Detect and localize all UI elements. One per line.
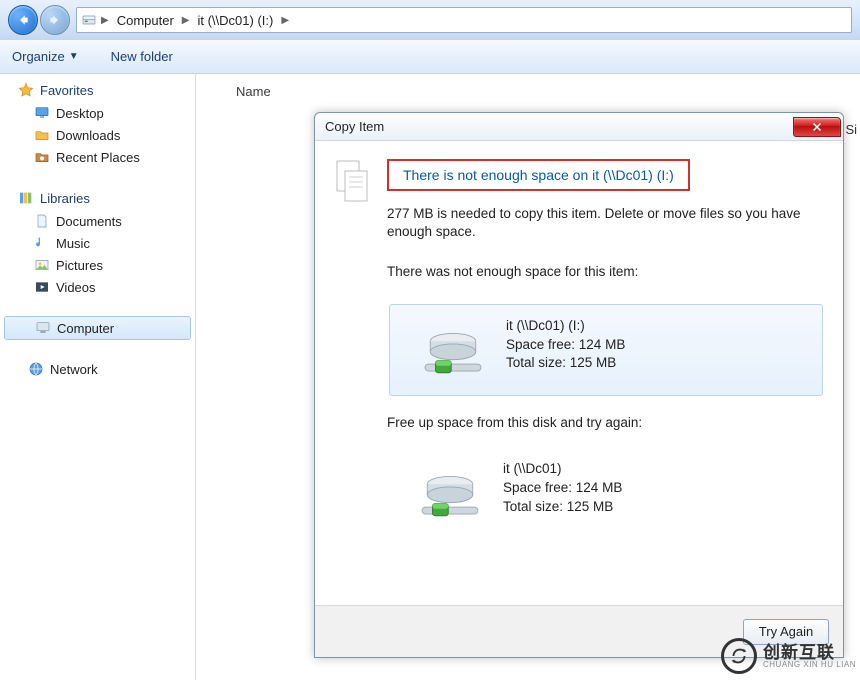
breadcrumb-path[interactable]: it (\\Dc01) (I:) [193,11,277,30]
sidebar-label: Recent Places [56,150,140,165]
documents-icon [34,213,50,229]
not-enough-space-message: There was not enough space for this item… [387,263,825,281]
watermark-text-en: CHUANG XIN HU LIAN [763,661,856,669]
downloads-icon [34,127,50,143]
sidebar-item-pictures[interactable]: Pictures [0,254,195,276]
free-up-message: Free up space from this disk and try aga… [387,414,825,432]
drive-free: Space free: 124 MB [506,336,625,355]
chevron-right-icon: ▶ [99,15,111,26]
chevron-right-icon: ▶ [180,15,192,26]
column-header-size[interactable]: Si [845,122,857,137]
watermark-logo-icon [721,638,757,674]
sidebar-item-documents[interactable]: Documents [0,210,195,232]
favorites-label: Favorites [40,83,93,98]
sidebar-label: Pictures [56,258,103,273]
dialog-heading: There is not enough space on it (\\Dc01)… [395,163,682,187]
videos-icon [34,279,50,295]
drive-name: it (\\Dc01) [503,460,622,479]
navigation-pane: Favorites Desktop Downloads Recent Place… [0,74,196,680]
recent-icon [34,149,50,165]
close-icon [811,121,823,133]
chevron-down-icon: ▼ [69,51,79,62]
libraries-header[interactable]: Libraries [0,186,195,210]
sidebar-item-computer[interactable]: Computer [4,316,191,340]
favorites-group: Favorites Desktop Downloads Recent Place… [0,78,195,168]
explorer-toolbar: Organize ▼ New folder [0,40,860,74]
pictures-icon [34,257,50,273]
sidebar-item-recent-places[interactable]: Recent Places [0,146,195,168]
error-heading-highlight: There is not enough space on it (\\Dc01)… [387,159,690,191]
explorer-titlebar: ▶ Computer ▶ it (\\Dc01) (I:) ▶ [0,0,860,40]
libraries-label: Libraries [40,191,90,206]
column-header-name[interactable]: Name [196,74,860,99]
drive-target-item[interactable]: it (\\Dc01) (I:) Space free: 124 MB Tota… [389,304,823,396]
desktop-icon [34,105,50,121]
needed-space-message: 277 MB is needed to copy this item. Dele… [387,205,825,241]
arrow-right-icon [48,13,62,27]
drive-source-item[interactable]: it (\\Dc01) Space free: 124 MB Total siz… [387,454,825,552]
close-button[interactable] [793,117,841,137]
address-bar[interactable]: ▶ Computer ▶ it (\\Dc01) (I:) ▶ [76,7,852,33]
organize-label: Organize [12,49,65,64]
sidebar-item-desktop[interactable]: Desktop [0,102,195,124]
dialog-body: There is not enough space on it (\\Dc01)… [315,141,843,560]
nav-back-button[interactable] [8,5,38,35]
libraries-icon [18,190,34,206]
new-folder-button[interactable]: New folder [111,49,173,64]
drive-icon [81,12,97,28]
organize-menu[interactable]: Organize ▼ [12,49,79,64]
libraries-group: Libraries Documents Music Pictures Video… [0,186,195,298]
sidebar-label: Music [56,236,90,251]
favorites-header[interactable]: Favorites [0,78,195,102]
dialog-titlebar[interactable]: Copy Item [315,113,843,141]
breadcrumb-computer[interactable]: Computer [113,11,178,30]
sidebar-label: Videos [56,280,96,295]
nav-forward-button[interactable] [40,5,70,35]
copy-item-dialog: Copy Item There is not enough space on i… [314,112,844,658]
sidebar-item-music[interactable]: Music [0,232,195,254]
sidebar-item-network[interactable]: Network [0,358,195,380]
computer-group: Computer [0,316,195,340]
sidebar-label: Downloads [56,128,120,143]
drive-free: Space free: 124 MB [503,479,622,498]
new-folder-label: New folder [111,49,173,64]
drive-name: it (\\Dc01) (I:) [506,317,625,336]
sidebar-item-downloads[interactable]: Downloads [0,124,195,146]
music-icon [34,235,50,251]
dialog-title: Copy Item [325,119,384,134]
watermark: 创新互联 CHUANG XIN HU LIAN [721,638,856,674]
copy-pages-icon [333,159,373,552]
arrow-left-icon [16,13,30,27]
watermark-text-cn: 创新互联 [763,644,856,661]
star-icon [18,82,34,98]
network-group: Network [0,358,195,380]
network-icon [28,361,44,377]
sidebar-label: Desktop [56,106,104,121]
chevron-right-icon: ▶ [279,15,291,26]
nav-buttons [8,5,70,35]
drive-total: Total size: 125 MB [506,354,625,373]
sidebar-label: Network [50,362,98,377]
computer-icon [35,320,51,336]
sidebar-label: Computer [57,321,114,336]
sidebar-label: Documents [56,214,122,229]
sidebar-item-videos[interactable]: Videos [0,276,195,298]
drive-total: Total size: 125 MB [503,498,622,517]
network-drive-icon [418,315,488,385]
network-drive-icon [415,458,485,528]
